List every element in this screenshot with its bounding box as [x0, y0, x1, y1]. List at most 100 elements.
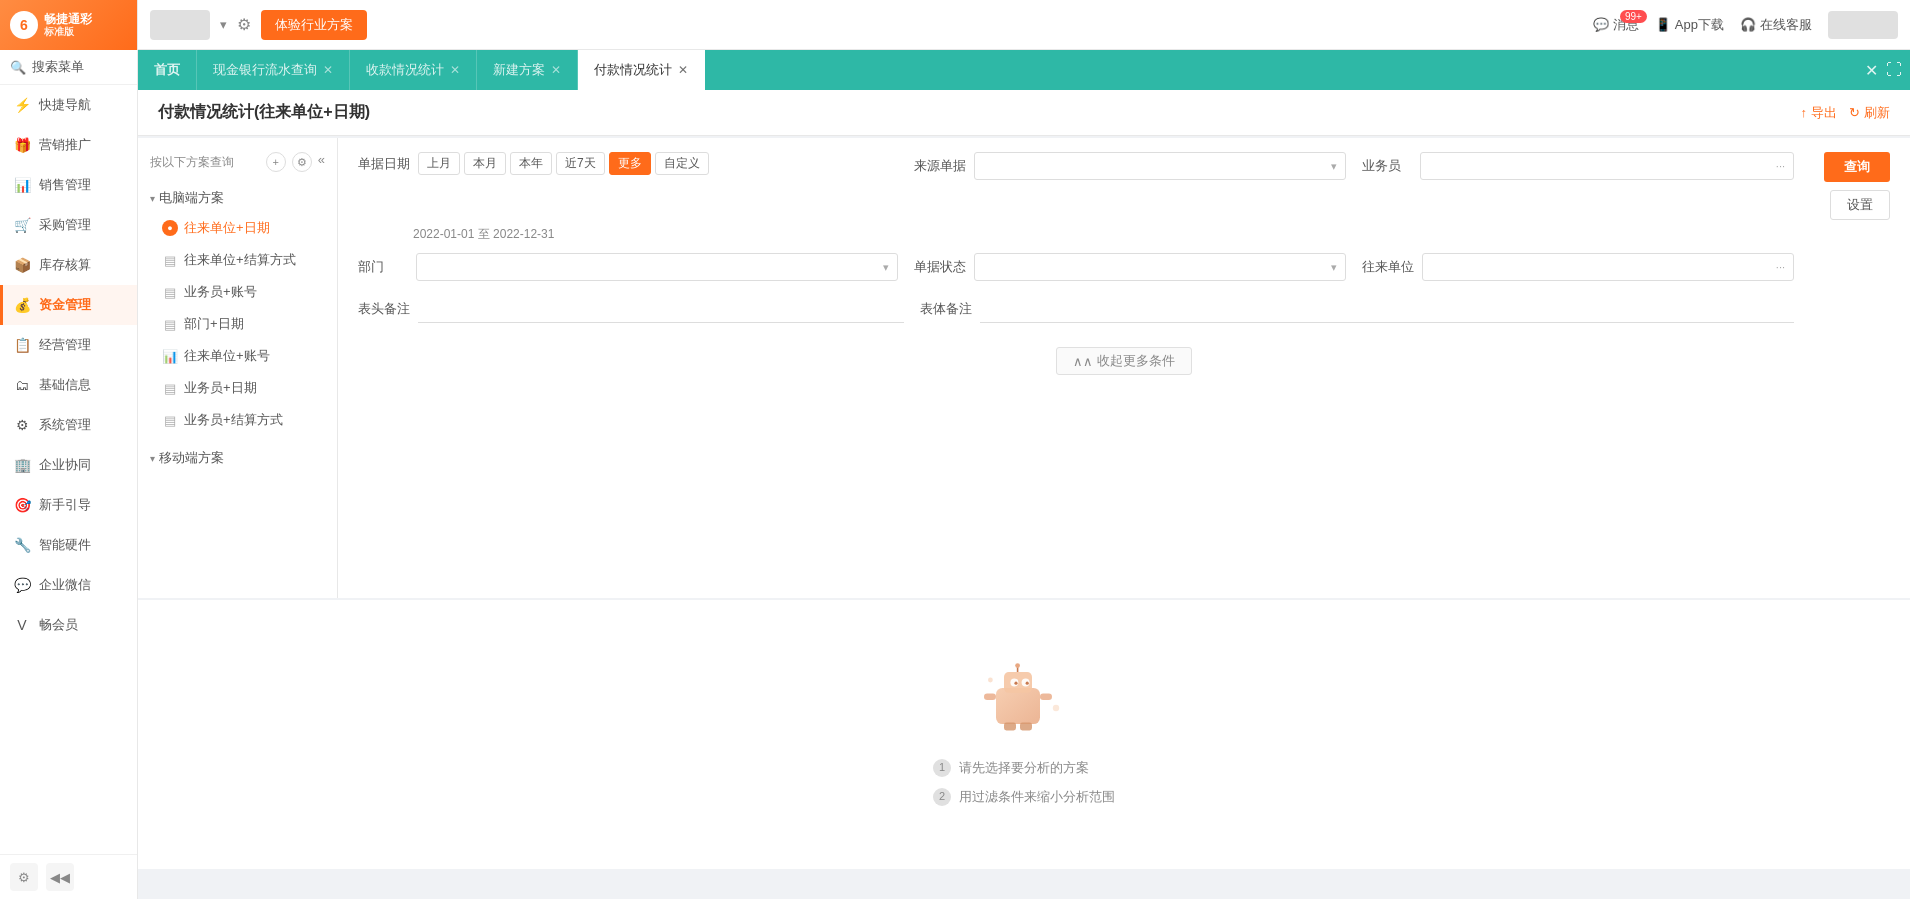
sidebar-nav: ⚡快捷导航🎁营销推广📊销售管理🛒采购管理📦库存核算💰资金管理📋经营管理🗂基础信息… — [0, 85, 137, 854]
sidebar-item-marketing[interactable]: 🎁营销推广 — [0, 125, 137, 165]
source-select[interactable]: ▾ — [974, 152, 1346, 180]
scheme-group-header[interactable]: ▾移动端方案 — [138, 444, 337, 472]
date-range-display: 2022-01-01 至 2022-12-31 — [413, 226, 1890, 243]
sidebar-item-hardware[interactable]: 🔧智能硬件 — [0, 525, 137, 565]
refresh-button[interactable]: ↻ 刷新 — [1849, 104, 1890, 122]
collapse-more-button[interactable]: ∧∧ 收起更多条件 — [1056, 347, 1192, 375]
scheme-settings-button[interactable]: ⚙ — [292, 152, 312, 172]
add-scheme-button[interactable]: + — [266, 152, 286, 172]
tab-close-payment-stats[interactable]: ✕ — [678, 63, 688, 77]
tab-receipt-stats[interactable]: 收款情况统计✕ — [350, 50, 477, 90]
tab-close-new-scheme[interactable]: ✕ — [551, 63, 561, 77]
hardware-icon: 🔧 — [13, 536, 31, 554]
sidebar-item-quick-nav[interactable]: ⚡快捷导航 — [0, 85, 137, 125]
svg-point-7 — [1015, 663, 1020, 668]
source-select-arrow-icon: ▾ — [1331, 160, 1337, 173]
scheme-item-往来单位+账号[interactable]: 📊往来单位+账号 — [138, 340, 337, 372]
message-icon: 💬 — [1593, 17, 1609, 32]
scheme-item-部门+日期[interactable]: ▤部门+日期 — [138, 308, 337, 340]
member-icon: V — [13, 616, 31, 634]
date-btn-上月[interactable]: 上月 — [418, 152, 460, 175]
filter-salesperson-item: 业务员 ··· — [1362, 152, 1794, 180]
partner-select[interactable]: ··· — [1422, 253, 1794, 281]
topbar-gear-icon[interactable]: ⚙ — [237, 15, 251, 34]
empty-hint-1: 1 请先选择要分析的方案 — [933, 756, 1115, 779]
sidebar-header: 6 畅捷通彩 标准版 — [0, 0, 137, 50]
app-download-button[interactable]: 📱 App下载 — [1655, 16, 1724, 34]
export-button[interactable]: ↑ 导出 — [1801, 104, 1838, 122]
filter-date-item: 单据日期 上月本月本年近7天更多自定义 — [358, 152, 898, 175]
dept-select-arrow-icon: ▾ — [883, 261, 889, 274]
sidebar-item-operation[interactable]: 📋经营管理 — [0, 325, 137, 365]
search-icon: 🔍 — [10, 60, 26, 75]
sidebar-item-guide[interactable]: 🎯新手引导 — [0, 485, 137, 525]
filter-actions: 查询 设置 — [1810, 152, 1890, 220]
date-btn-本年[interactable]: 本年 — [510, 152, 552, 175]
weixin-icon: 💬 — [13, 576, 31, 594]
date-btn-更多[interactable]: 更多 — [609, 152, 651, 175]
sidebar-item-sales[interactable]: 📊销售管理 — [0, 165, 137, 205]
sidebar-item-member[interactable]: V畅会员 — [0, 605, 137, 645]
filter-row-3: 表头备注 表体备注 — [358, 295, 1890, 323]
partner-label: 往来单位 — [1362, 258, 1414, 276]
headset-icon: 🎧 — [1740, 17, 1756, 32]
doc-status-select[interactable]: ▾ — [974, 253, 1346, 281]
sidebar-item-basic-info[interactable]: 🗂基础信息 — [0, 365, 137, 405]
tab-new-scheme[interactable]: 新建方案✕ — [477, 50, 578, 90]
date-btn-自定义[interactable]: 自定义 — [655, 152, 709, 175]
expand-tabs-button[interactable]: ⛶ — [1886, 61, 1902, 79]
trial-industry-button[interactable]: 体验行业方案 — [261, 10, 367, 40]
scheme-item-业务员+结算方式[interactable]: ▤业务员+结算方式 — [138, 404, 337, 436]
dept-select[interactable]: ▾ — [416, 253, 898, 281]
scheme-group-header[interactable]: ▾电脑端方案 — [138, 184, 337, 212]
scheme-panel-header: 按以下方案查询 + ⚙ « — [138, 148, 337, 180]
date-btn-近7天[interactable]: 近7天 — [556, 152, 605, 175]
sidebar-item-inventory[interactable]: 📦库存核算 — [0, 245, 137, 285]
scheme-item-table-icon: ▤ — [162, 252, 178, 268]
page-title: 付款情况统计(往来单位+日期) — [158, 102, 370, 123]
tab-payment-stats[interactable]: 付款情况统计✕ — [578, 50, 705, 90]
footer-gear-button[interactable]: ⚙ — [10, 863, 38, 891]
online-service-button[interactable]: 🎧 在线客服 — [1740, 16, 1812, 34]
salesperson-select[interactable]: ··· — [1420, 152, 1794, 180]
scheme-item-业务员+账号[interactable]: ▤业务员+账号 — [138, 276, 337, 308]
salesperson-select-arrow-icon: ··· — [1776, 160, 1785, 172]
sidebar-item-weixin[interactable]: 💬企业微信 — [0, 565, 137, 605]
body-note-input[interactable] — [980, 295, 1794, 323]
filter-source-item: 来源单据 ▾ — [914, 152, 1346, 180]
sidebar-item-purchase[interactable]: 🛒采购管理 — [0, 205, 137, 245]
scheme-panel: 按以下方案查询 + ⚙ « ▾电脑端方案●往来单位+日期▤往来单位+结算方式▤业… — [138, 138, 338, 598]
scheme-collapse-button[interactable]: « — [318, 152, 325, 172]
sidebar-item-enterprise[interactable]: 🏢企业协同 — [0, 445, 137, 485]
tab-close-bank[interactable]: ✕ — [323, 63, 333, 77]
quick-nav-icon: ⚡ — [13, 96, 31, 114]
query-button[interactable]: 查询 — [1824, 152, 1890, 182]
dept-label: 部门 — [358, 258, 408, 276]
sidebar-item-system[interactable]: ⚙系统管理 — [0, 405, 137, 445]
search-menu[interactable]: 🔍 搜索菜单 — [0, 50, 137, 85]
body-note-label: 表体备注 — [920, 300, 972, 318]
system-icon: ⚙ — [13, 416, 31, 434]
tab-close-receipt-stats[interactable]: ✕ — [450, 63, 460, 77]
header-note-label: 表头备注 — [358, 300, 410, 318]
settings-button[interactable]: 设置 — [1830, 190, 1890, 220]
topbar-chevron-icon[interactable]: ▾ — [220, 17, 227, 32]
message-button[interactable]: 💬 消息 99+ — [1593, 16, 1639, 34]
basic-info-icon: 🗂 — [13, 376, 31, 394]
brand-name: 畅捷通彩 标准版 — [44, 12, 92, 38]
sidebar-item-funds[interactable]: 💰资金管理 — [0, 285, 137, 325]
header-note-input[interactable] — [418, 295, 904, 323]
svg-rect-10 — [1004, 722, 1016, 730]
svg-point-4 — [1014, 682, 1017, 685]
close-all-tabs-button[interactable]: ✕ — [1865, 61, 1878, 80]
date-btn-本月[interactable]: 本月 — [464, 152, 506, 175]
scheme-item-业务员+日期[interactable]: ▤业务员+日期 — [138, 372, 337, 404]
tab-bank[interactable]: 现金银行流水查询✕ — [197, 50, 350, 90]
tab-home[interactable]: 首页 — [138, 50, 197, 90]
footer-collapse-button[interactable]: ◀◀ — [46, 863, 74, 891]
source-label: 来源单据 — [914, 157, 966, 175]
scheme-item-往来单位+结算方式[interactable]: ▤往来单位+结算方式 — [138, 244, 337, 276]
topbar: ▾ ⚙ 体验行业方案 💬 消息 99+ 📱 App下载 🎧 在线客服 — [138, 0, 1910, 50]
enterprise-icon: 🏢 — [13, 456, 31, 474]
scheme-item-往来单位+日期[interactable]: ●往来单位+日期 — [138, 212, 337, 244]
